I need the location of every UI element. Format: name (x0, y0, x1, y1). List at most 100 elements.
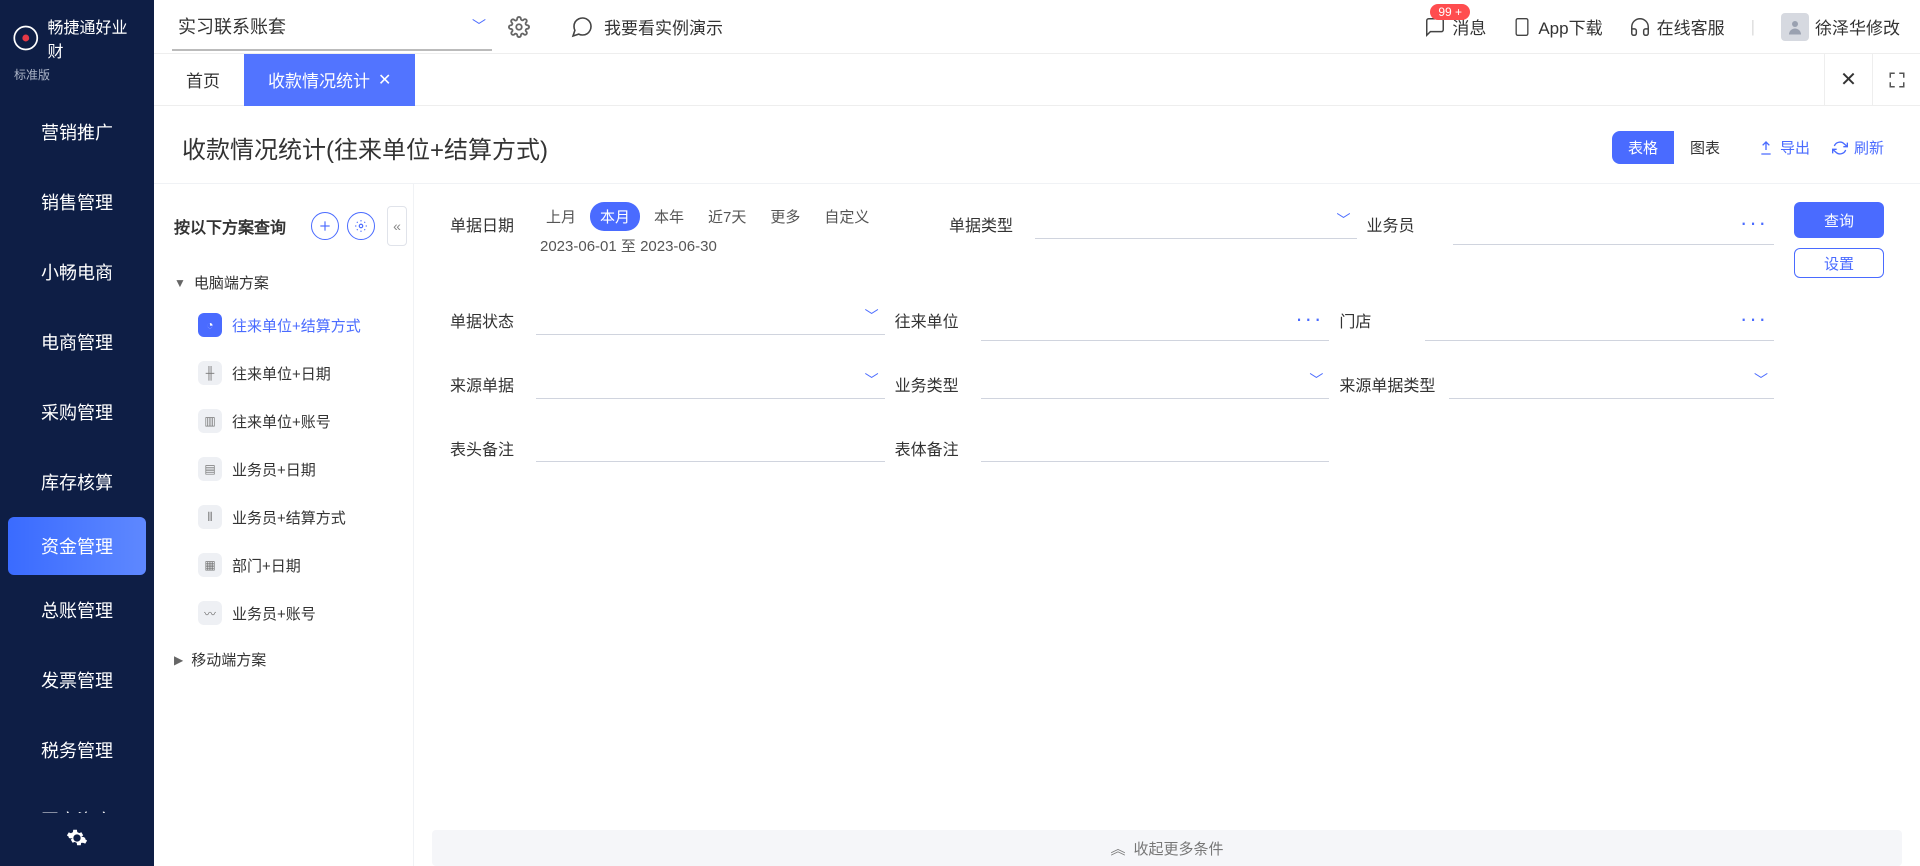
filter-src-doc-type[interactable]: 来源单据类型 ﹀ (1339, 362, 1774, 406)
filters-panel: 单据日期 上月 本月 本年 近7天 更多 自定义 20 (414, 184, 1920, 866)
scheme-group-mobile[interactable]: ▶ 移动端方案 (168, 639, 413, 680)
tab-report-label: 收款情况统计 (268, 67, 370, 92)
scheme-item-5[interactable]: ▦ 部门+日期 (168, 543, 413, 587)
filter-src-doc-type-label: 来源单据类型 (1339, 362, 1449, 406)
sidebar-item-6[interactable]: 资金管理 (8, 517, 146, 575)
expand-icon (1888, 71, 1906, 89)
sidebar-item-10[interactable]: 固定资产 (0, 785, 154, 813)
scheme-panel: 按以下方案查询 « ▼ 电脑端方案 ◔ (154, 184, 414, 866)
chip-more[interactable]: 更多 (760, 202, 810, 231)
tabs-close-all[interactable]: ✕ (1824, 54, 1872, 106)
card-icon: ▥ (198, 409, 222, 433)
clock-icon: ◔ (198, 313, 222, 337)
chevron-down-icon: ﹀ (1309, 370, 1323, 390)
chevron-down-icon: ﹀ (472, 16, 486, 36)
user-menu[interactable]: 徐泽华修改 (1781, 13, 1900, 41)
filter-hdr-remark-label: 表头备注 (450, 426, 536, 470)
chart-icon: ╫ (198, 361, 222, 385)
chip-last-7-days[interactable]: 近7天 (698, 202, 756, 231)
sidebar-item-7[interactable]: 总账管理 (0, 575, 154, 645)
add-scheme-button[interactable] (311, 212, 339, 240)
logo-icon (12, 24, 40, 52)
ellipsis-icon: ··· (1740, 210, 1768, 236)
sidebar-item-1[interactable]: 销售管理 (0, 167, 154, 237)
brand-subtitle: 标准版 (0, 66, 154, 97)
tab-home-label: 首页 (186, 67, 220, 92)
sidebar-item-0[interactable]: 营销推广 (0, 97, 154, 167)
gear-icon (354, 219, 368, 233)
collapse-conditions-button[interactable]: ︽ 收起更多条件 (432, 830, 1902, 866)
scheme-item-2[interactable]: ▥ 往来单位+账号 (168, 399, 413, 443)
refresh-button[interactable]: 刷新 (1832, 137, 1884, 158)
scheme-item-3[interactable]: ▤ 业务员+日期 (168, 447, 413, 491)
filter-biz-type-label: 业务类型 (895, 362, 981, 406)
caret-down-icon: ▼ (174, 276, 186, 290)
user-name: 徐泽华修改 (1815, 14, 1900, 39)
filter-doc-type[interactable]: 单据类型 ﹀ (949, 202, 1357, 278)
chip-this-year[interactable]: 本年 (644, 202, 694, 231)
scheme-item-2-label: 往来单位+账号 (232, 411, 331, 432)
sidebar-item-5[interactable]: 库存核算 (0, 447, 154, 517)
scheme-item-1[interactable]: ╫ 往来单位+日期 (168, 351, 413, 395)
chip-this-month[interactable]: 本月 (590, 202, 640, 231)
view-table[interactable]: 表格 (1612, 131, 1674, 164)
chip-last-month[interactable]: 上月 (536, 202, 586, 231)
phone-icon (1512, 16, 1532, 38)
filter-status-label: 单据状态 (450, 298, 536, 342)
scheme-item-4[interactable]: ⫴ 业务员+结算方式 (168, 495, 413, 539)
chip-custom[interactable]: 自定义 (814, 202, 879, 231)
filter-partner[interactable]: 往来单位 ··· (895, 298, 1330, 342)
app-download-button[interactable]: App下载 (1512, 14, 1602, 39)
tab-home[interactable]: 首页 (162, 54, 244, 106)
messages-button[interactable]: 99 + 消息 (1424, 14, 1486, 39)
scheme-item-4-label: 业务员+结算方式 (232, 507, 346, 528)
workspace-tabs: 首页 收款情况统计 ✕ ✕ (154, 54, 1920, 106)
scheme-settings-button[interactable] (347, 212, 375, 240)
account-select[interactable]: 实习联系账套 ﹀ (172, 3, 492, 51)
sidebar-item-8[interactable]: 发票管理 (0, 645, 154, 715)
chevron-down-icon: ﹀ (865, 306, 879, 326)
filter-hdr-remark[interactable]: 表头备注 (450, 426, 885, 470)
brand: 畅捷通好业财 (0, 0, 154, 66)
scheme-group-mobile-label: 移动端方案 (191, 649, 266, 670)
account-settings[interactable] (508, 16, 530, 38)
filter-biz-type[interactable]: 业务类型 ﹀ (895, 362, 1330, 406)
online-service-label: 在线客服 (1657, 14, 1725, 39)
filter-store[interactable]: 门店 ··· (1339, 298, 1774, 342)
filter-source-doc-label: 来源单据 (450, 362, 536, 406)
close-icon[interactable]: ✕ (378, 70, 391, 90)
online-service-button[interactable]: 在线客服 (1629, 14, 1725, 39)
scheme-item-0[interactable]: ◔ 往来单位+结算方式 (168, 303, 413, 347)
export-icon (1758, 140, 1774, 156)
ellipsis-icon: ··· (1740, 306, 1768, 332)
scheme-item-6[interactable]: 〰 业务员+账号 (168, 591, 413, 635)
sidebar-item-9[interactable]: 税务管理 (0, 715, 154, 785)
date-range: 2023-06-01 至 2023-06-30 (536, 235, 879, 256)
view-chart[interactable]: 图表 (1674, 131, 1736, 164)
sidebar-item-2[interactable]: 小畅电商 (0, 237, 154, 307)
chevron-up-icon: ︽ (1110, 838, 1125, 859)
refresh-label: 刷新 (1854, 137, 1884, 158)
filter-source-doc[interactable]: 来源单据 ﹀ (450, 362, 885, 406)
filter-body-remark[interactable]: 表体备注 (895, 426, 1330, 470)
export-button[interactable]: 导出 (1758, 137, 1810, 158)
sidebar-item-4[interactable]: 采购管理 (0, 377, 154, 447)
collapse-conditions-label: 收起更多条件 (1134, 838, 1224, 859)
scheme-group-pc[interactable]: ▼ 电脑端方案 (168, 262, 413, 303)
scheme-item-5-label: 部门+日期 (232, 555, 301, 576)
tab-report[interactable]: 收款情况统计 ✕ (244, 54, 415, 106)
filter-status[interactable]: 单据状态 ﹀ (450, 298, 885, 342)
filter-doc-type-label: 单据类型 (949, 202, 1035, 246)
sidebar-item-3[interactable]: 电商管理 (0, 307, 154, 377)
sidebar-settings[interactable] (0, 813, 154, 866)
filter-salesman[interactable]: 业务员 ··· (1367, 202, 1775, 278)
settings-button[interactable]: 设置 (1794, 248, 1884, 278)
refresh-icon (1832, 140, 1848, 156)
query-button[interactable]: 查询 (1794, 202, 1884, 238)
view-demo-link[interactable]: 我要看实例演示 (570, 14, 723, 39)
collapse-panel-button[interactable]: « (387, 206, 407, 246)
tabs-fullscreen[interactable] (1872, 54, 1920, 106)
user-icon (1786, 18, 1804, 36)
view-toggle: 表格 图表 (1612, 131, 1736, 164)
caret-right-icon: ▶ (174, 653, 183, 667)
